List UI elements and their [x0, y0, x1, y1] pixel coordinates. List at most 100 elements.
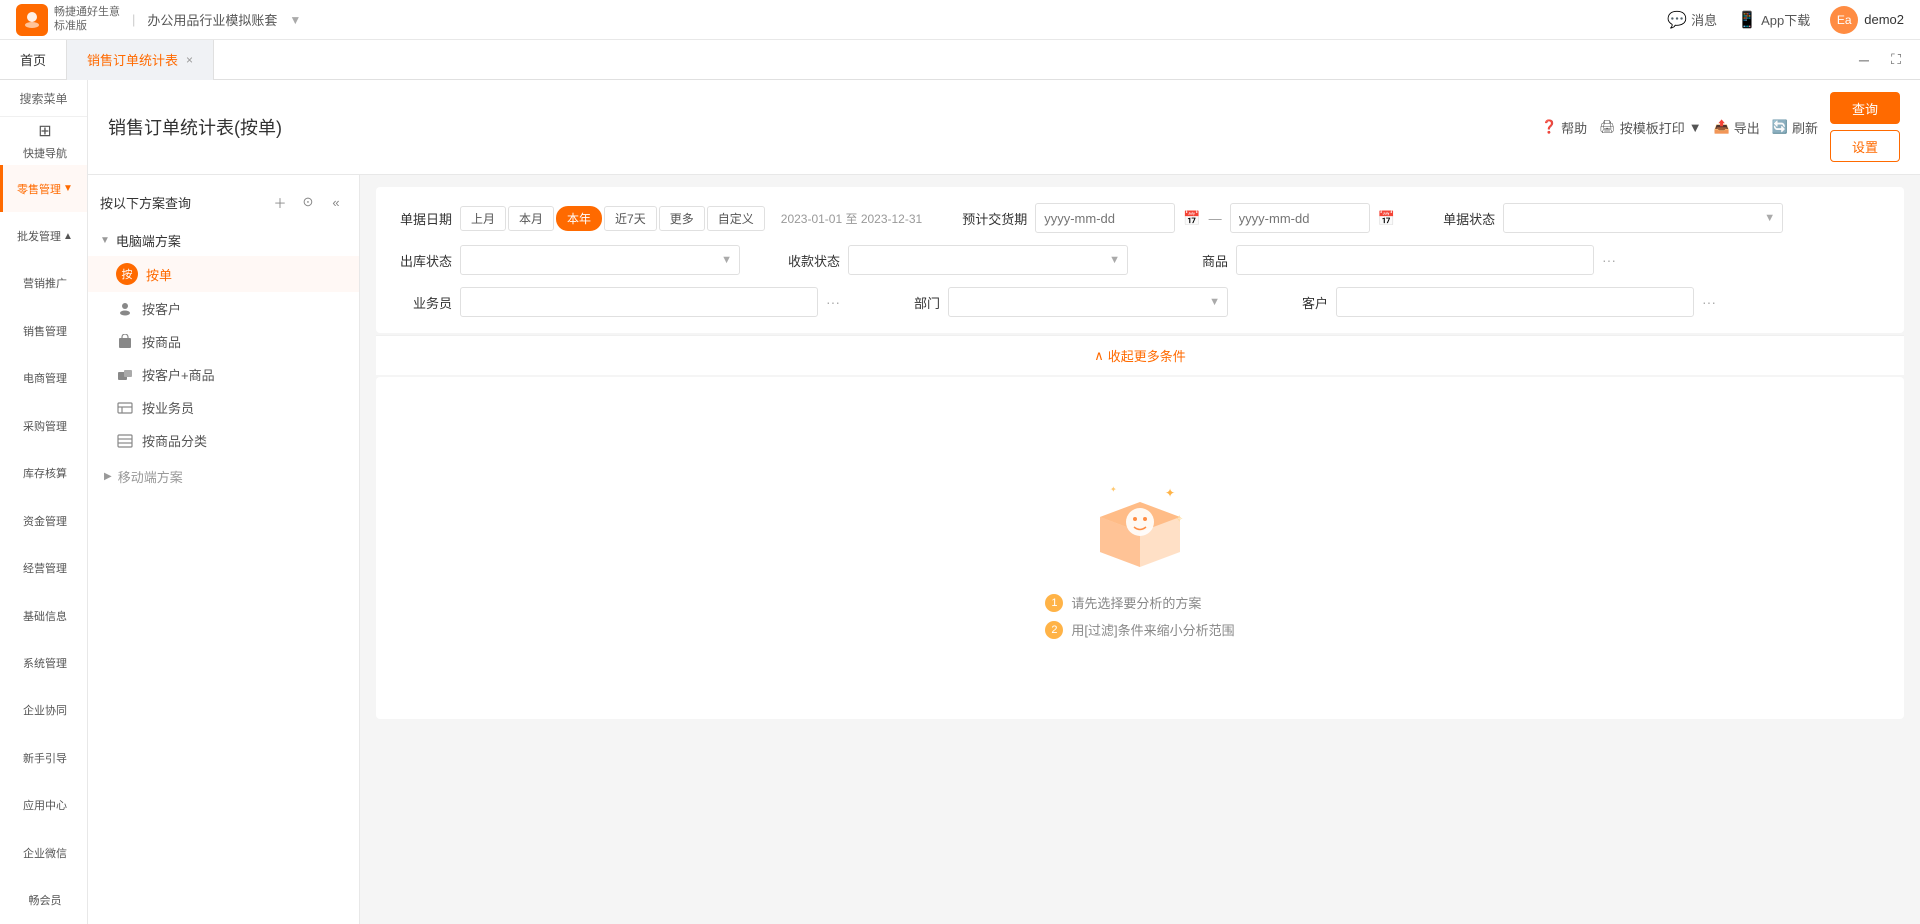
tab-sales-order-stats[interactable]: 销售订单统计表 × — [67, 40, 214, 80]
salesperson-icon — [116, 399, 134, 417]
messages-button[interactable]: 💬 消息 — [1667, 10, 1717, 30]
date-btn-custom[interactable]: 自定义 — [707, 206, 765, 231]
user-menu[interactable]: Ea demo2 — [1830, 6, 1904, 34]
date-btn-this-year[interactable]: 本年 — [556, 206, 602, 231]
collapse-bar[interactable]: ∧ 收起更多条件 — [376, 335, 1904, 375]
help-icon: ❓ — [1541, 119, 1557, 135]
refresh-icon: 🔄 — [1772, 119, 1788, 135]
scheme-item-by-order[interactable]: 按 按单 — [88, 256, 359, 292]
scheme-settings-button[interactable]: ⊙ — [297, 191, 319, 213]
breadcrumb[interactable]: 办公用品行业模拟账套 — [147, 10, 277, 29]
scheme-item-by-customer[interactable]: 按客户 — [88, 292, 359, 325]
salesperson-input[interactable] — [460, 287, 818, 317]
tab-bar: 首页 销售订单统计表 × ─ ⛶ — [0, 40, 1920, 80]
sidebar-item-marketing[interactable]: 营销推广 — [0, 260, 87, 307]
expected-delivery-end-input[interactable] — [1230, 203, 1370, 233]
scheme-item-by-goods-category[interactable]: 按商品分类 — [88, 424, 359, 457]
search-menu-area[interactable]: 搜索菜单 — [0, 80, 87, 117]
sidebar-item-new-guide[interactable]: 新手引导 — [0, 734, 87, 781]
tab-close-button[interactable]: × — [186, 53, 193, 67]
sidebar-item-app-center[interactable]: 应用中心 — [0, 782, 87, 829]
sidebar: 搜索菜单 ⊞ 快捷导航 零售管理 ▼ 批发管理 ▲ 营销推广 销售管理 电商管理 — [0, 80, 88, 924]
payment-status-label: 收款状态 — [780, 251, 840, 270]
goods-icon — [116, 333, 134, 351]
goods-field-group: ··· — [1236, 245, 1616, 275]
sidebar-item-inventory[interactable]: 库存核算 — [0, 450, 87, 497]
refresh-button[interactable]: 🔄 刷新 — [1772, 118, 1818, 137]
customer-input[interactable] — [1336, 287, 1694, 317]
page-area: 销售订单统计表(按单) ❓ 帮助 🖨 按模板打印 ▼ 📤 导出 — [88, 80, 1920, 924]
scheme-add-button[interactable]: ＋ — [269, 191, 291, 213]
calendar-start-icon[interactable]: 📅 — [1183, 210, 1200, 227]
logo-text: 畅捷通好生意 标准版 — [54, 6, 120, 32]
scheme-mobile-group: ▶ 移动端方案 — [88, 461, 359, 492]
mobile-group-arrow-icon: ▶ — [104, 471, 112, 482]
sidebar-item-sales[interactable]: 销售管理 — [0, 307, 87, 354]
customer-label: 客户 — [1268, 293, 1328, 312]
scheme-item-by-customer-goods[interactable]: 按客户+商品 — [88, 358, 359, 391]
customer-goods-icon — [116, 366, 134, 384]
query-button[interactable]: 查询 — [1830, 92, 1900, 124]
print-button[interactable]: 🖨 按模板打印 ▼ — [1599, 118, 1701, 137]
pc-group-arrow-icon: ▼ — [100, 235, 110, 246]
date-btn-more[interactable]: 更多 — [659, 206, 705, 231]
search-menu-label: 搜索菜单 — [19, 90, 67, 107]
calendar-end-icon[interactable]: 📅 — [1378, 210, 1395, 227]
help-button[interactable]: ❓ 帮助 — [1541, 118, 1587, 137]
hint-num-2: 2 — [1045, 621, 1063, 639]
sidebar-item-enterprise[interactable]: 企业协同 — [0, 687, 87, 734]
sidebar-item-quick-nav[interactable]: ⊞ 快捷导航 — [0, 117, 87, 164]
goods-input[interactable] — [1236, 245, 1594, 275]
scheme-item-circle-icon: 按 — [116, 263, 138, 285]
logo-area: 畅捷通好生意 标准版 — [16, 4, 120, 36]
payment-status-select[interactable] — [848, 245, 1128, 275]
tab-maximize-button[interactable]: ⛶ — [1884, 48, 1908, 72]
collapse-label: 收起更多条件 — [1108, 346, 1186, 365]
customer-icon — [116, 300, 134, 318]
department-select[interactable] — [948, 287, 1228, 317]
mobile-icon: 📱 — [1737, 10, 1757, 30]
filter-panel: 单据日期 上月 本月 本年 近7天 更多 自定义 2023-01-01 至 20… — [360, 175, 1920, 924]
date-btn-last-month[interactable]: 上月 — [460, 206, 506, 231]
filter-card: 单据日期 上月 本月 本年 近7天 更多 自定义 2023-01-01 至 20… — [376, 187, 1904, 333]
breadcrumb-arrow-icon: ▼ — [289, 13, 301, 27]
order-status-select[interactable] — [1503, 203, 1783, 233]
page-header: 销售订单统计表(按单) ❓ 帮助 🖨 按模板打印 ▼ 📤 导出 — [88, 80, 1920, 175]
delivery-status-select[interactable] — [460, 245, 740, 275]
scheme-item-by-salesperson[interactable]: 按业务员 — [88, 391, 359, 424]
tab-home[interactable]: 首页 — [0, 40, 67, 80]
app-download-button[interactable]: 📱 App下载 — [1737, 10, 1810, 30]
empty-state: ✦ ✦ ✧ 1 请先选择要分析的方案 2 用[过滤]条件来缩小分析范围 — [376, 377, 1904, 719]
scheme-panel-header: 按以下方案查询 ＋ ⊙ « — [88, 183, 359, 221]
hint-num-1: 1 — [1045, 594, 1063, 612]
quick-nav-icon: ⊞ — [38, 121, 51, 141]
page-title-row: 销售订单统计表(按单) ❓ 帮助 🖨 按模板打印 ▼ 📤 导出 — [108, 92, 1900, 174]
collapse-up-icon: ∧ — [1094, 348, 1104, 364]
sidebar-item-system[interactable]: 系统管理 — [0, 639, 87, 686]
date-btn-last-7days[interactable]: 近7天 — [604, 206, 657, 231]
settings-button[interactable]: 设置 — [1830, 130, 1900, 162]
date-btn-this-month[interactable]: 本月 — [508, 206, 554, 231]
retail-arrow-icon: ▼ — [63, 183, 73, 194]
sidebar-item-basic-info[interactable]: 基础信息 — [0, 592, 87, 639]
salesperson-more-icon[interactable]: ··· — [826, 294, 840, 310]
sidebar-item-finance[interactable]: 资金管理 — [0, 497, 87, 544]
tab-minimize-button[interactable]: ─ — [1852, 48, 1876, 72]
sidebar-item-operations[interactable]: 经营管理 — [0, 544, 87, 591]
sidebar-item-wholesale[interactable]: 批发管理 ▲ — [0, 212, 87, 259]
scheme-panel-icons: ＋ ⊙ « — [269, 191, 347, 213]
sidebar-item-purchase[interactable]: 采购管理 — [0, 402, 87, 449]
sidebar-item-ecommerce[interactable]: 电商管理 — [0, 355, 87, 402]
scheme-pc-group-header[interactable]: ▼ 电脑端方案 — [88, 225, 359, 256]
order-status-select-wrapper: ▼ — [1503, 203, 1783, 233]
customer-more-icon[interactable]: ··· — [1702, 294, 1716, 310]
export-button[interactable]: 📤 导出 — [1714, 118, 1760, 137]
scheme-mobile-group-header[interactable]: ▶ 移动端方案 — [88, 461, 359, 492]
sidebar-item-retail[interactable]: 零售管理 ▼ — [0, 165, 87, 212]
goods-more-icon[interactable]: ··· — [1602, 252, 1616, 268]
scheme-collapse-button[interactable]: « — [325, 191, 347, 213]
scheme-item-by-goods[interactable]: 按商品 — [88, 325, 359, 358]
sidebar-item-membership[interactable]: 畅会员 — [0, 876, 87, 923]
sidebar-item-wechat[interactable]: 企业微信 — [0, 829, 87, 876]
expected-delivery-start-input[interactable] — [1035, 203, 1175, 233]
